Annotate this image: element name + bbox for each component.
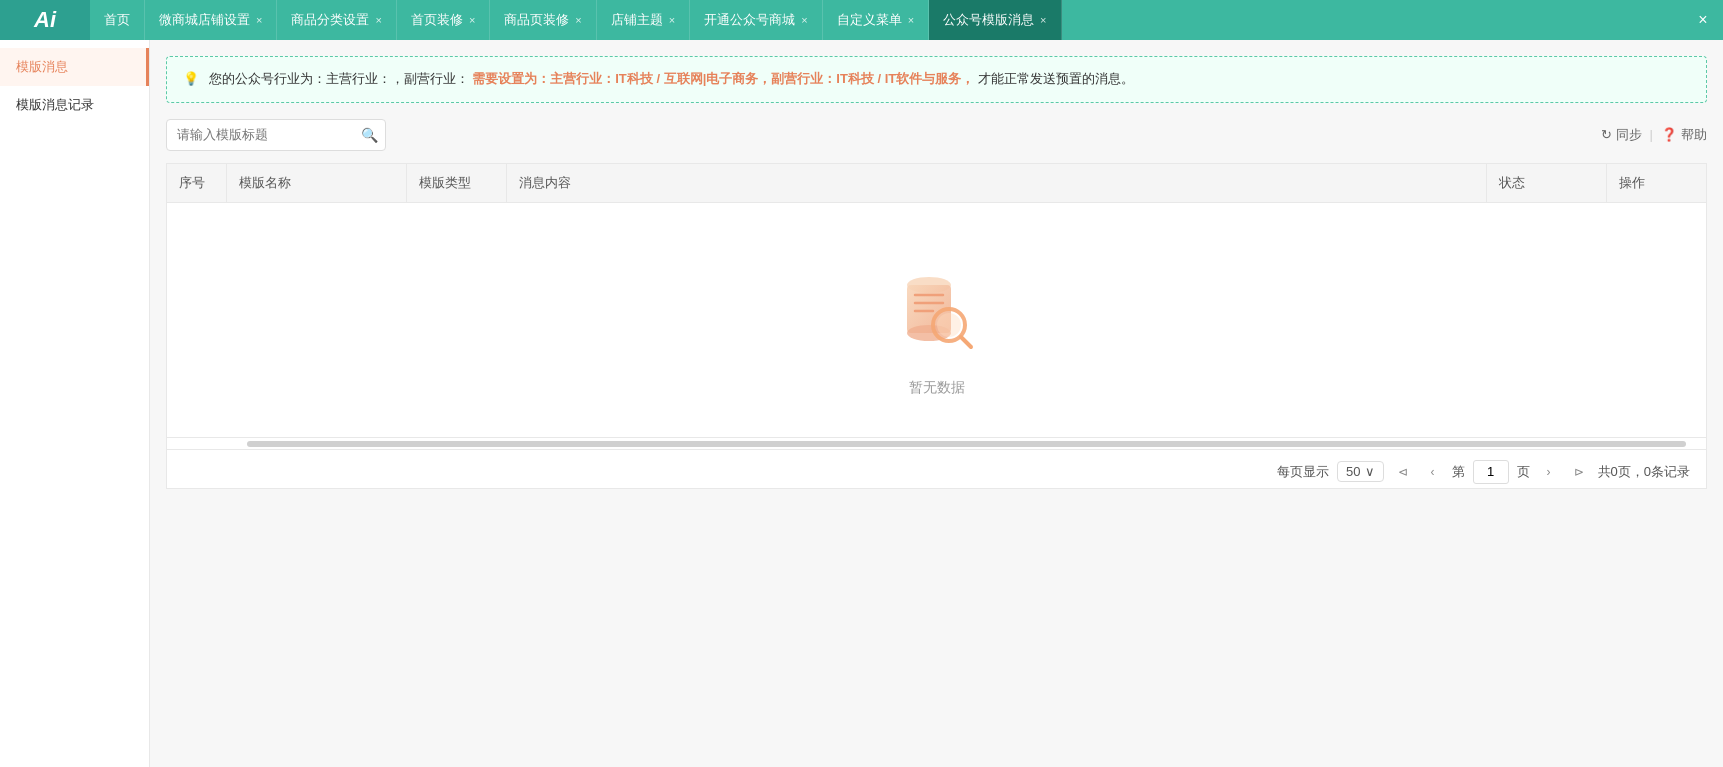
page-di-label: 第	[1452, 463, 1465, 481]
scrollbar-track[interactable]	[247, 441, 1686, 447]
sidebar-item-1[interactable]: 模版消息记录	[0, 86, 149, 124]
page-size-label: 每页显示	[1277, 463, 1329, 481]
sidebar-item-0[interactable]: 模版消息	[0, 48, 149, 86]
notice-suffix: 才能正常发送预置的消息。	[978, 71, 1134, 86]
search-icon[interactable]: 🔍	[361, 127, 378, 143]
table-header-3: 消息内容	[507, 163, 1487, 202]
table-header-2: 模版类型	[407, 163, 507, 202]
nav-tab-0[interactable]: 首页	[90, 0, 145, 40]
nav-tab-close-button[interactable]: ×	[669, 14, 675, 26]
empty-icon	[887, 263, 987, 363]
notice-icon: 💡	[183, 71, 199, 86]
nav-tab-8[interactable]: 公众号模版消息 ×	[929, 0, 1061, 40]
nav-tab-label: 首页装修	[411, 11, 463, 29]
search-left: 🔍	[166, 119, 386, 151]
pagination: 每页显示 50 ∨ ⊲ ‹ 第 页 › ⊳ 共0页，0条记录	[166, 450, 1707, 489]
table-header-1: 模版名称	[227, 163, 407, 202]
help-label: 帮助	[1681, 126, 1707, 144]
nav-tab-2[interactable]: 商品分类设置 ×	[277, 0, 396, 40]
nav-tab-close-button[interactable]: ×	[375, 14, 381, 26]
empty-text: 暂无数据	[909, 379, 965, 397]
top-navigation: Ai 首页微商城店铺设置×商品分类设置×首页装修×商品页装修×店铺主题×开通公众…	[0, 0, 1723, 40]
sidebar: 模版消息模版消息记录	[0, 40, 150, 767]
main-layout: 模版消息模版消息记录 💡 您的公众号行业为：主营行业：，副营行业： 需要设置为：…	[0, 40, 1723, 767]
nav-tab-4[interactable]: 商品页装修 ×	[490, 0, 596, 40]
table-header-5: 操作	[1607, 163, 1707, 202]
nav-tab-close-button[interactable]: ×	[575, 14, 581, 26]
sync-label: 同步	[1616, 126, 1642, 144]
nav-tab-7[interactable]: 自定义菜单 ×	[823, 0, 929, 40]
nav-tab-label: 开通公众号商城	[704, 11, 795, 29]
nav-tab-3[interactable]: 首页装修 ×	[397, 0, 490, 40]
nav-tab-close-button[interactable]: ×	[256, 14, 262, 26]
current-page-input[interactable]	[1473, 460, 1509, 484]
nav-tab-close-button[interactable]: ×	[801, 14, 807, 26]
nav-tab-label: 店铺主题	[611, 11, 663, 29]
page-size-value: 50	[1346, 464, 1360, 479]
notice-highlight: 需要设置为：主营行业：IT科技 / 互联网|电子商务，副营行业：IT科技 / I…	[472, 71, 974, 86]
next-page-button[interactable]: ›	[1538, 461, 1560, 483]
total-info: 共0页，0条记录	[1598, 463, 1690, 481]
close-all-tabs-button[interactable]: ×	[1683, 0, 1723, 40]
search-input[interactable]	[166, 119, 386, 151]
table-header-4: 状态	[1487, 163, 1607, 202]
data-table: 序号模版名称模版类型消息内容状态操作	[166, 163, 1707, 203]
nav-tab-label: 商品分类设置	[291, 11, 369, 29]
help-icon: ❓	[1661, 127, 1677, 142]
nav-tab-close-button[interactable]: ×	[469, 14, 475, 26]
nav-tab-5[interactable]: 店铺主题 ×	[597, 0, 690, 40]
empty-state: 暂无数据	[166, 203, 1707, 438]
page-label: 页	[1517, 463, 1530, 481]
divider: |	[1650, 127, 1653, 142]
nav-tab-label: 微商城店铺设置	[159, 11, 250, 29]
search-right: ↻ 同步 | ❓ 帮助	[1601, 126, 1707, 144]
search-input-wrap: 🔍	[166, 119, 386, 151]
nav-tab-label: 自定义菜单	[837, 11, 902, 29]
nav-tab-close-button[interactable]: ×	[1040, 14, 1046, 26]
help-button[interactable]: ❓ 帮助	[1661, 126, 1707, 144]
nav-tab-1[interactable]: 微商城店铺设置 ×	[145, 0, 277, 40]
search-bar: 🔍 ↻ 同步 | ❓ 帮助	[166, 119, 1707, 151]
app-logo: Ai	[0, 0, 90, 40]
page-size-chevron: ∨	[1365, 464, 1375, 479]
nav-tab-6[interactable]: 开通公众号商城 ×	[690, 0, 822, 40]
sync-icon: ↻	[1601, 127, 1612, 142]
nav-tab-close-button[interactable]: ×	[908, 14, 914, 26]
scrollbar-area[interactable]	[166, 438, 1707, 450]
nav-tab-label: 首页	[104, 11, 130, 29]
nav-tab-label: 商品页装修	[504, 11, 569, 29]
svg-line-8	[961, 337, 971, 347]
notice-bar: 💡 您的公众号行业为：主营行业：，副营行业： 需要设置为：主营行业：IT科技 /…	[166, 56, 1707, 103]
nav-tab-label: 公众号模版消息	[943, 11, 1034, 29]
nav-tabs: 首页微商城店铺设置×商品分类设置×首页装修×商品页装修×店铺主题×开通公众号商城…	[90, 0, 1683, 40]
main-content: 💡 您的公众号行业为：主营行业：，副营行业： 需要设置为：主营行业：IT科技 /…	[150, 40, 1723, 767]
prev-page-button[interactable]: ‹	[1422, 461, 1444, 483]
sync-button[interactable]: ↻ 同步	[1601, 126, 1642, 144]
svg-point-7	[937, 313, 961, 337]
table-header-0: 序号	[167, 163, 227, 202]
first-page-button[interactable]: ⊲	[1392, 461, 1414, 483]
last-page-button[interactable]: ⊳	[1568, 461, 1590, 483]
notice-prefix: 您的公众号行业为：主营行业：，副营行业：	[209, 71, 469, 86]
page-size-selector[interactable]: 50 ∨	[1337, 461, 1383, 482]
